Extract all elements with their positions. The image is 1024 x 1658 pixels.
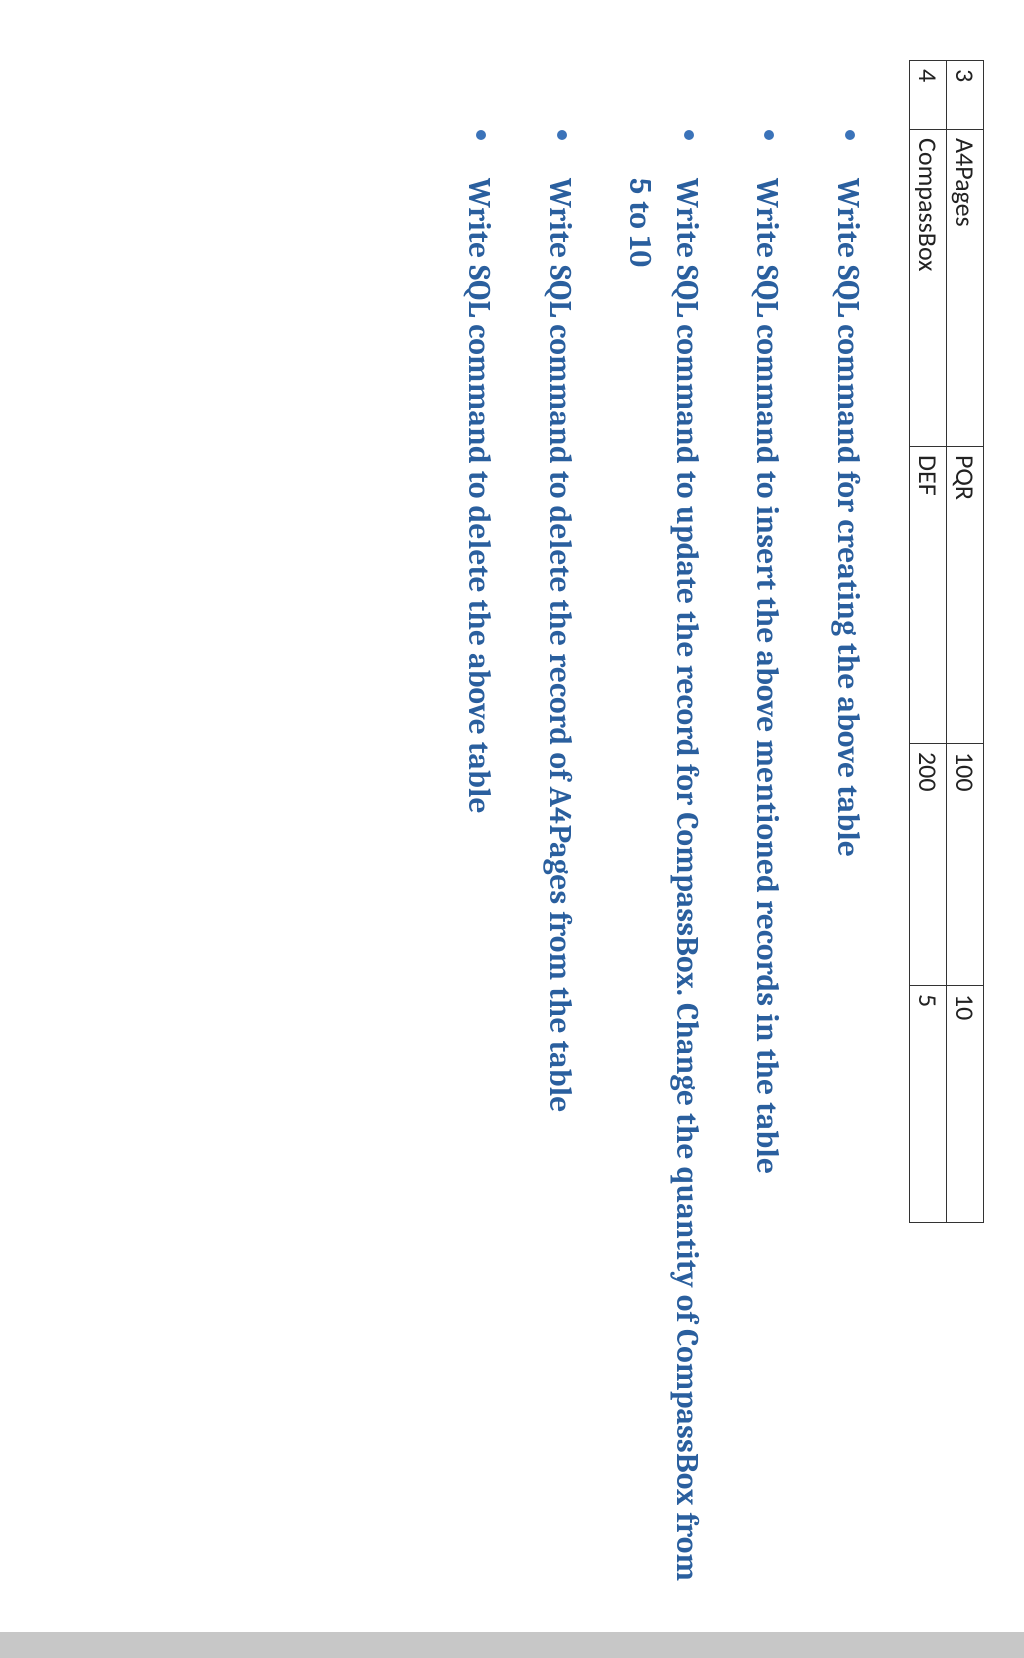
cell-id: 4 [910,61,947,130]
cell-name: A4Pages [947,130,984,447]
cell-num1: 100 [947,744,984,986]
list-item: Write SQL command to update the record f… [617,130,710,1598]
cell-num2: 10 [947,986,984,1223]
table-row: 3 A4Pages PQR 100 10 [947,61,984,1223]
cell-name: CompassBox [910,130,947,447]
cell-id: 3 [947,61,984,130]
cell-num2: 5 [910,986,947,1223]
cell-code: PQR [947,447,984,744]
cell-num1: 200 [910,744,947,986]
question-list: Write SQL command for creating the above… [456,60,871,1598]
data-table: 3 A4Pages PQR 100 10 4 CompassBox DEF 20… [909,60,984,1223]
page-content: 3 A4Pages PQR 100 10 4 CompassBox DEF 20… [0,0,1024,1658]
list-item: Write SQL command to delete the record o… [537,130,584,1598]
list-item: Write SQL command to insert the above me… [744,130,791,1598]
table-row: 4 CompassBox DEF 200 5 [910,61,947,1223]
list-item: Write SQL command to delete the above ta… [456,130,503,1598]
list-item: Write SQL command for creating the above… [825,130,872,1598]
cell-code: DEF [910,447,947,744]
